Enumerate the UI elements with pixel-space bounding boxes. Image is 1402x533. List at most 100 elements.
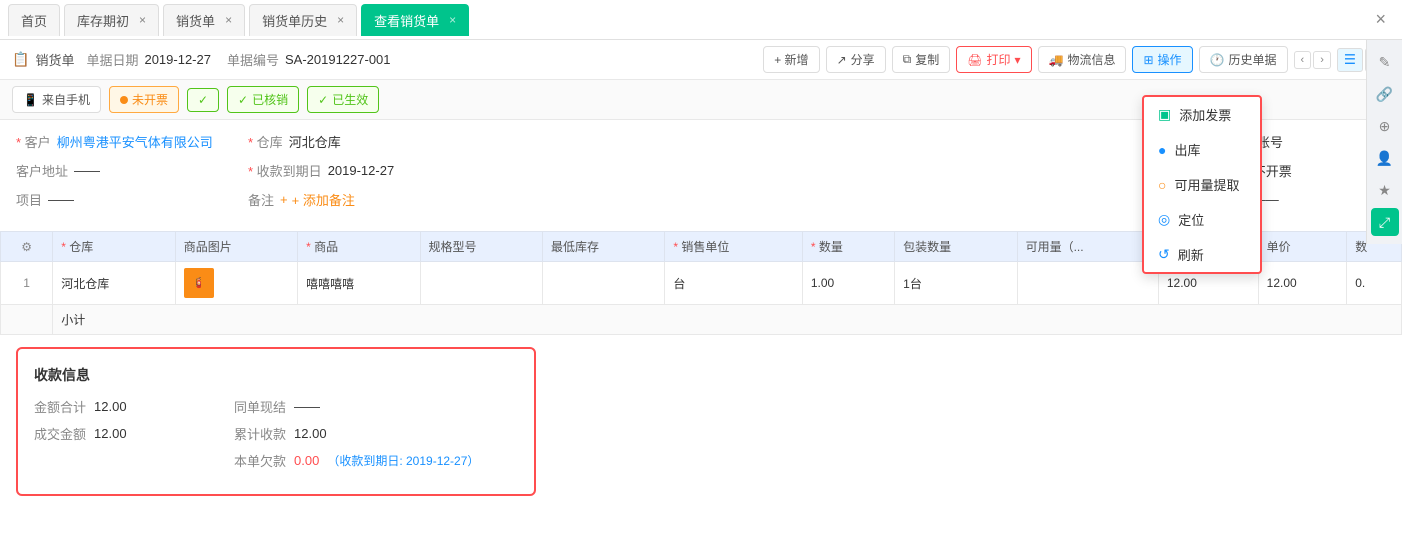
tab-bar: 首页 库存期初 × 销货单 × 销货单历史 × 查看销货单 × × (0, 0, 1402, 40)
add-note-plus-icon: + (280, 192, 288, 207)
refresh-label: 刷新 (1178, 245, 1204, 264)
sidebar-target-icon[interactable]: ⊕ (1371, 112, 1399, 140)
not-invoiced-button[interactable]: 未开票 (109, 86, 179, 113)
doc-date-value: 2019-12-27 (144, 52, 211, 67)
sidebar-expand-icon[interactable]: ⤢ (1371, 208, 1399, 236)
address-value: —— (74, 163, 100, 178)
doc-date-field: 单据日期 2019-12-27 (86, 50, 211, 69)
locate-menu-item[interactable]: ◎ 定位 (1144, 202, 1260, 237)
note-field: 备注 + + 添加备注 (248, 190, 448, 209)
nav-prev-button[interactable]: ‹ (1294, 51, 1312, 69)
window-close-button[interactable]: × (1367, 5, 1394, 34)
col-pack-qty: 包装数量 (895, 232, 1017, 262)
tab-sales-history-label: 销货单历史 (262, 11, 327, 30)
doc-number-field: 单据编号 SA-20191227-001 (227, 50, 391, 69)
locate-icon: ◎ (1158, 211, 1170, 228)
transaction-amount-item: 成交金额 12.00 (34, 424, 194, 443)
share-button[interactable]: ↗ 分享 (826, 46, 886, 73)
customer-label: 客户 (16, 132, 51, 151)
subtotal-label-cell (1, 305, 53, 335)
history-button[interactable]: 🕐 历史单据 (1199, 46, 1288, 73)
cumulative-payment-value: 12.00 (294, 426, 327, 441)
copy-label: 复制 (915, 51, 939, 68)
from-mobile-button[interactable]: 📱 来自手机 (12, 86, 101, 113)
operations-button[interactable]: ⊞ 操作 (1132, 46, 1192, 73)
sidebar-user-icon[interactable]: 👤 (1371, 144, 1399, 172)
balance-due-date-hint: （收款到期日: 2019-12-27） (327, 452, 479, 469)
copy-button[interactable]: ⧉ 复制 (892, 46, 951, 73)
doc-actions: + 新增 ↗ 分享 ⧉ 复制 🖨 打印 ▾ 🚚 物流信息 (763, 46, 1390, 73)
warehouse-value: 河北仓库 (289, 132, 341, 151)
print-button[interactable]: 🖨 打印 ▾ (956, 46, 1031, 73)
tab-sales-history-close[interactable]: × (337, 13, 344, 27)
same-order-settlement-item: 同单现结 —— (234, 397, 394, 416)
tab-view-sales[interactable]: 查看销货单 × (361, 4, 469, 36)
tab-sales-order[interactable]: 销货单 × (163, 4, 245, 36)
project-field: 项目 —— (16, 190, 216, 209)
operations-grid-icon: ⊞ (1143, 53, 1153, 67)
project-value: —— (48, 192, 74, 207)
col-warehouse: * 仓库 (53, 232, 175, 262)
add-invoice-label: 添加发票 (1179, 105, 1231, 124)
row-more-cell: 0. (1347, 262, 1402, 305)
doc-meta: 单据日期 2019-12-27 单据编号 SA-20191227-001 (86, 50, 390, 69)
view-list-button[interactable]: ☰ (1337, 48, 1363, 72)
cumulative-payment-label: 累计收款 (234, 424, 286, 443)
nav-arrows: ‹ › (1294, 51, 1331, 69)
total-amount-label: 金额合计 (34, 397, 86, 416)
tab-home[interactable]: 首页 (8, 4, 60, 36)
project-label: 项目 (16, 190, 42, 209)
verified-label: 已核销 (252, 91, 288, 108)
transaction-amount-label: 成交金额 (34, 424, 86, 443)
nav-next-button[interactable]: › (1313, 51, 1331, 69)
outbound-menu-item[interactable]: ● 出库 (1144, 132, 1260, 167)
note-label: 备注 (248, 190, 274, 209)
logistics-button[interactable]: 🚚 物流信息 (1038, 46, 1127, 73)
from-mobile-label: 来自手机 (42, 91, 90, 108)
row-available-cell (1017, 262, 1158, 305)
tab-sales-order-close[interactable]: × (225, 13, 232, 27)
check-icon-button[interactable]: ✓ (187, 88, 219, 112)
tab-inventory-init[interactable]: 库存期初 × (64, 4, 159, 36)
tab-inventory-init-close[interactable]: × (139, 13, 146, 27)
print-label: 打印 (986, 51, 1010, 68)
outbound-icon: ● (1158, 142, 1166, 158)
col-unit-price: 单价 (1258, 232, 1347, 262)
add-invoice-menu-item[interactable]: ▣ 添加发票 (1144, 97, 1260, 132)
row-unit-price-cell: 12.00 (1258, 262, 1347, 305)
add-note-label: + 添加备注 (292, 190, 355, 209)
tab-sales-history[interactable]: 销货单历史 × (249, 4, 357, 36)
col-min-stock: 最低库存 (542, 232, 664, 262)
customer-value[interactable]: 柳州粤港平安气体有限公司 (57, 132, 213, 151)
verified-button[interactable]: ✓ 已核销 (227, 86, 299, 113)
operations-label: 操作 (1158, 51, 1182, 68)
payment-info-row-1: 金额合计 12.00 同单现结 —— (34, 397, 518, 416)
doc-header: 📋 销货单 单据日期 2019-12-27 单据编号 SA-20191227-0… (0, 40, 1402, 80)
col-quantity: * 数量 (802, 232, 894, 262)
col-product-img: 商品图片 (175, 232, 297, 262)
new-button[interactable]: + 新增 (763, 46, 819, 73)
col-spec: 规格型号 (420, 232, 542, 262)
sidebar-link-icon[interactable]: 🔗 (1371, 80, 1399, 108)
tab-view-sales-close[interactable]: × (449, 13, 456, 27)
balance-detail-item: 本单欠款 0.00 （收款到期日: 2019-12-27） (234, 451, 479, 470)
refresh-menu-item[interactable]: ↺ 刷新 (1144, 237, 1260, 272)
logistics-icon: 🚚 (1049, 53, 1064, 67)
add-note-button[interactable]: + + 添加备注 (280, 190, 355, 209)
share-label: 分享 (851, 51, 875, 68)
total-amount-item: 金额合计 12.00 (34, 397, 194, 416)
address-field: 客户地址 —— (16, 161, 216, 180)
due-date-label: 收款到期日 (248, 161, 322, 180)
effective-button[interactable]: ✓ 已生效 (307, 86, 379, 113)
logistics-label: 物流信息 (1067, 51, 1115, 68)
due-date-field: 收款到期日 2019-12-27 (248, 161, 448, 180)
balance-value: 0.00 (294, 453, 319, 468)
col-product: * 商品 (298, 232, 420, 262)
col-settings[interactable]: ⚙ (1, 232, 53, 262)
sidebar-edit-icon[interactable]: ✎ (1371, 48, 1399, 76)
sidebar-star-icon[interactable]: ★ (1371, 176, 1399, 204)
available-fetch-menu-item[interactable]: ○ 可用量提取 (1144, 167, 1260, 202)
effective-check-icon: ✓ (318, 93, 328, 107)
row-spec-cell (420, 262, 542, 305)
payment-info-row-2: 成交金额 12.00 累计收款 12.00 (34, 424, 518, 443)
